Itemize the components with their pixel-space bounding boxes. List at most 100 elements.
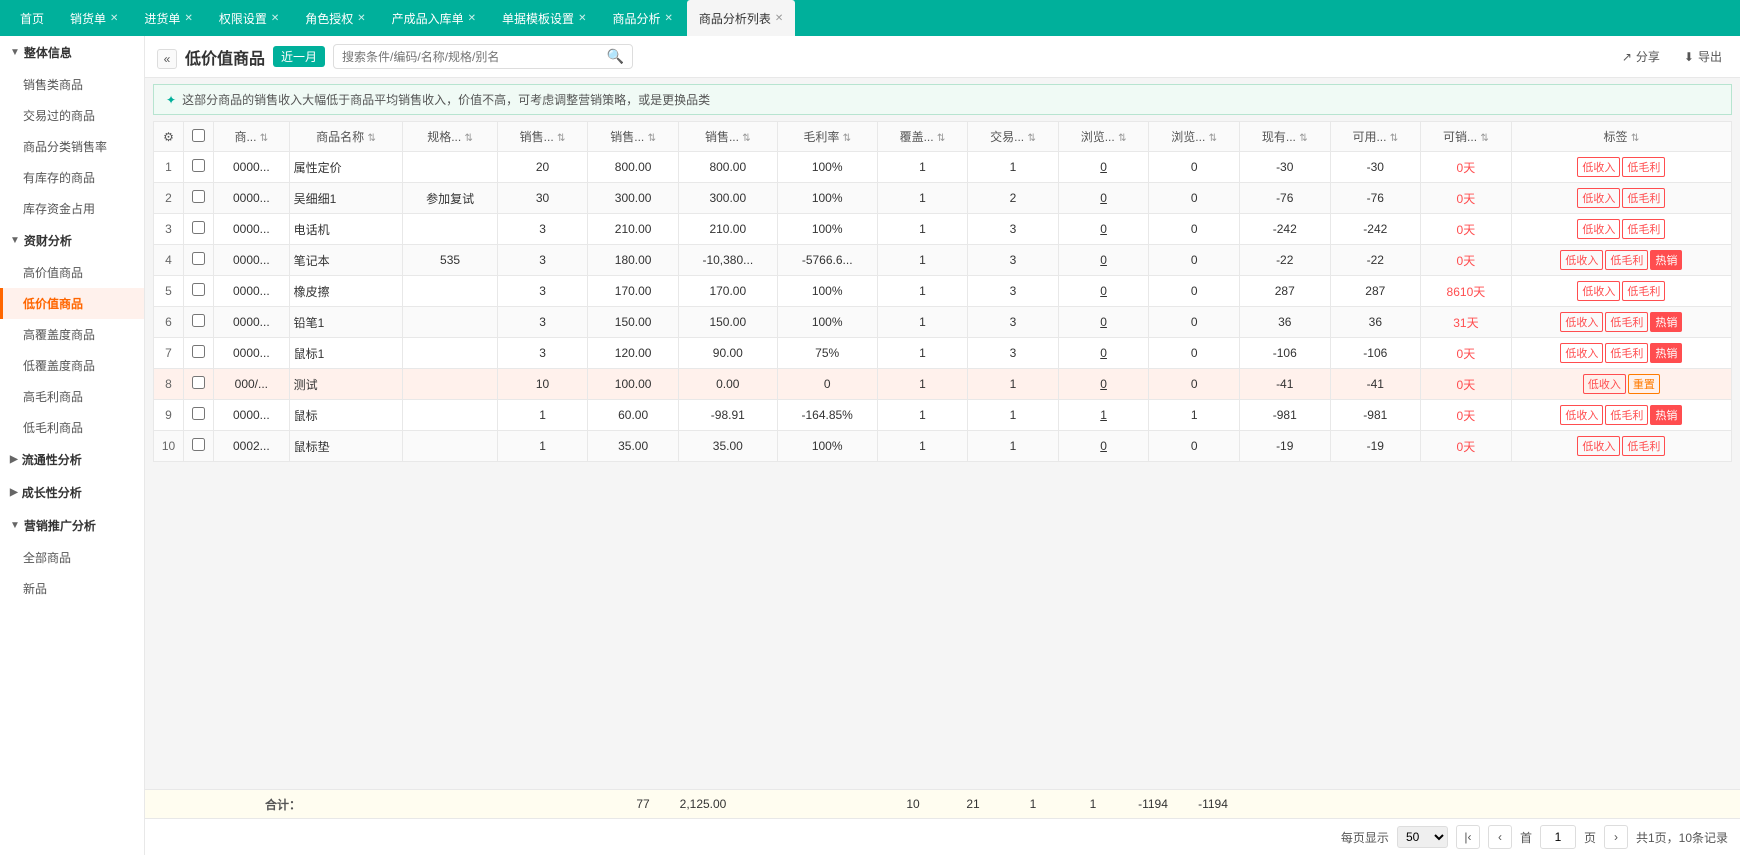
filter-tag-month[interactable]: 近一月	[273, 46, 325, 67]
sales2-cell: 180.00	[588, 245, 679, 276]
checkbox-cell[interactable]	[184, 214, 214, 245]
settings-icon[interactable]: ⚙	[163, 130, 174, 144]
sidebar: ▼ 整体信息 销售类商品 交易过的商品 商品分类销售率 有库存的商品 库存资金占…	[0, 36, 145, 855]
browse1-cell[interactable]: 0	[1058, 276, 1149, 307]
col-settings[interactable]: ⚙	[154, 122, 184, 152]
trade-cell: 3	[968, 307, 1059, 338]
row-checkbox[interactable]	[192, 438, 205, 451]
checkbox-cell[interactable]	[184, 152, 214, 183]
browse1-cell[interactable]: 0	[1058, 245, 1149, 276]
nav-close-icon[interactable]: ✕	[468, 13, 476, 24]
row-checkbox[interactable]	[192, 283, 205, 296]
sales1-cell: 10	[497, 369, 588, 400]
row-checkbox[interactable]	[192, 376, 205, 389]
nav-permission[interactable]: 权限设置 ✕	[207, 0, 291, 36]
checkbox-cell[interactable]	[184, 431, 214, 462]
browse1-cell[interactable]: 0	[1058, 369, 1149, 400]
nav-sales[interactable]: 销货单 ✕	[58, 0, 130, 36]
sidebar-group-asset[interactable]: ▼ 资财分析	[0, 224, 144, 257]
sidebar-group-overall[interactable]: ▼ 整体信息	[0, 36, 144, 69]
nav-close-icon[interactable]: ✕	[775, 13, 783, 24]
browse1-cell[interactable]: 1	[1058, 400, 1149, 431]
next-page-button[interactable]: ›	[1604, 825, 1628, 849]
days-cell: 0天	[1421, 431, 1512, 462]
sidebar-item-sales-goods[interactable]: 销售类商品	[0, 69, 144, 100]
sidebar-collapse-button[interactable]: «	[157, 49, 177, 69]
pagination-bar: 每页显示 50 100 |‹ ‹ 首 页 › 共1页，10条记录	[145, 818, 1740, 855]
sidebar-item-high-value[interactable]: 高价值商品	[0, 257, 144, 288]
row-checkbox[interactable]	[192, 407, 205, 420]
checkbox-cell[interactable]	[184, 369, 214, 400]
browse1-cell[interactable]: 0	[1058, 183, 1149, 214]
nav-product-analysis[interactable]: 商品分析 ✕	[600, 0, 684, 36]
browse1-cell[interactable]: 0	[1058, 431, 1149, 462]
nav-close-icon[interactable]: ✕	[110, 13, 118, 24]
checkbox-cell[interactable]	[184, 276, 214, 307]
browse1-cell[interactable]: 0	[1058, 214, 1149, 245]
row-checkbox[interactable]	[192, 159, 205, 172]
data-table: ⚙ 商... ⇅ 商品名称 ⇅ 规格... ⇅ 销售... ⇅ 销售... ⇅ …	[153, 121, 1732, 462]
col-tags: 标签 ⇅	[1511, 122, 1731, 152]
sidebar-item-low-margin[interactable]: 低毛利商品	[0, 412, 144, 443]
sidebar-group-marketing[interactable]: ▼ 营销推广分析	[0, 509, 144, 542]
coverage-cell: 1	[877, 431, 968, 462]
tags-cell: 低收入低毛利	[1511, 214, 1731, 245]
share-button[interactable]: ↗ 分享	[1616, 45, 1666, 68]
sidebar-item-high-coverage[interactable]: 高覆盖度商品	[0, 319, 144, 350]
days-cell: 31天	[1421, 307, 1512, 338]
page-number-input[interactable]	[1540, 825, 1576, 849]
search-input[interactable]	[342, 50, 603, 64]
row-checkbox[interactable]	[192, 190, 205, 203]
nav-home[interactable]: 首页	[8, 0, 56, 36]
browse1-cell[interactable]: 0	[1058, 307, 1149, 338]
nav-close-icon[interactable]: ✕	[357, 13, 365, 24]
checkbox-cell[interactable]	[184, 307, 214, 338]
checkbox-cell[interactable]	[184, 245, 214, 276]
sidebar-item-all-goods[interactable]: 全部商品	[0, 542, 144, 573]
row-checkbox[interactable]	[192, 345, 205, 358]
coverage-cell: 1	[877, 400, 968, 431]
nav-close-icon[interactable]: ✕	[578, 13, 586, 24]
row-checkbox[interactable]	[192, 252, 205, 265]
browse1-cell[interactable]: 0	[1058, 152, 1149, 183]
total-label: 合计：	[153, 796, 313, 813]
nav-product-analysis-list[interactable]: 商品分析列表 ✕	[687, 0, 795, 36]
nav-purchase[interactable]: 进货单 ✕	[132, 0, 204, 36]
col-checkbox-header[interactable]	[184, 122, 214, 152]
nav-template[interactable]: 单据模板设置 ✕	[490, 0, 598, 36]
nav-product-in[interactable]: 产成品入库单 ✕	[380, 0, 488, 36]
sidebar-item-new-goods[interactable]: 新品	[0, 573, 144, 604]
row-checkbox[interactable]	[192, 314, 205, 327]
sidebar-item-low-value[interactable]: 低价值商品	[0, 288, 144, 319]
sidebar-group-liquidity[interactable]: ▶ 流通性分析	[0, 443, 144, 476]
sidebar-item-stock-goods[interactable]: 有库存的商品	[0, 162, 144, 193]
search-icon[interactable]: 🔍	[607, 48, 624, 65]
prev-page-button[interactable]: ‹	[1488, 825, 1512, 849]
sidebar-item-low-coverage[interactable]: 低覆盖度商品	[0, 350, 144, 381]
checkbox-cell[interactable]	[184, 400, 214, 431]
export-button[interactable]: ⬇ 导出	[1678, 45, 1728, 68]
first-page-button[interactable]: |‹	[1456, 825, 1480, 849]
sales1-cell: 3	[497, 276, 588, 307]
page-size-select[interactable]: 50 100	[1397, 826, 1448, 848]
sidebar-item-high-margin[interactable]: 高毛利商品	[0, 381, 144, 412]
chevron-right-icon: ▶	[10, 487, 18, 498]
nav-close-icon[interactable]: ✕	[664, 13, 672, 24]
nav-role[interactable]: 角色授权 ✕	[293, 0, 377, 36]
stock2-cell: 287	[1330, 276, 1421, 307]
nav-close-icon[interactable]: ✕	[184, 13, 192, 24]
top-nav: 首页 销货单 ✕ 进货单 ✕ 权限设置 ✕ 角色授权 ✕ 产成品入库单 ✕ 单据…	[0, 0, 1740, 36]
select-all-checkbox[interactable]	[192, 129, 205, 142]
browse1-cell[interactable]: 0	[1058, 338, 1149, 369]
row-checkbox[interactable]	[192, 221, 205, 234]
sidebar-item-category-sales[interactable]: 商品分类销售率	[0, 131, 144, 162]
stock1-cell: -106	[1239, 338, 1330, 369]
nav-close-icon[interactable]: ✕	[271, 13, 279, 24]
sidebar-item-stock-capital[interactable]: 库存资金占用	[0, 193, 144, 224]
checkbox-cell[interactable]	[184, 338, 214, 369]
checkbox-cell[interactable]	[184, 183, 214, 214]
sidebar-group-growth[interactable]: ▶ 成长性分析	[0, 476, 144, 509]
sidebar-item-traded-goods[interactable]: 交易过的商品	[0, 100, 144, 131]
margin-cell: 100%	[777, 276, 877, 307]
stock2-cell: -19	[1330, 431, 1421, 462]
